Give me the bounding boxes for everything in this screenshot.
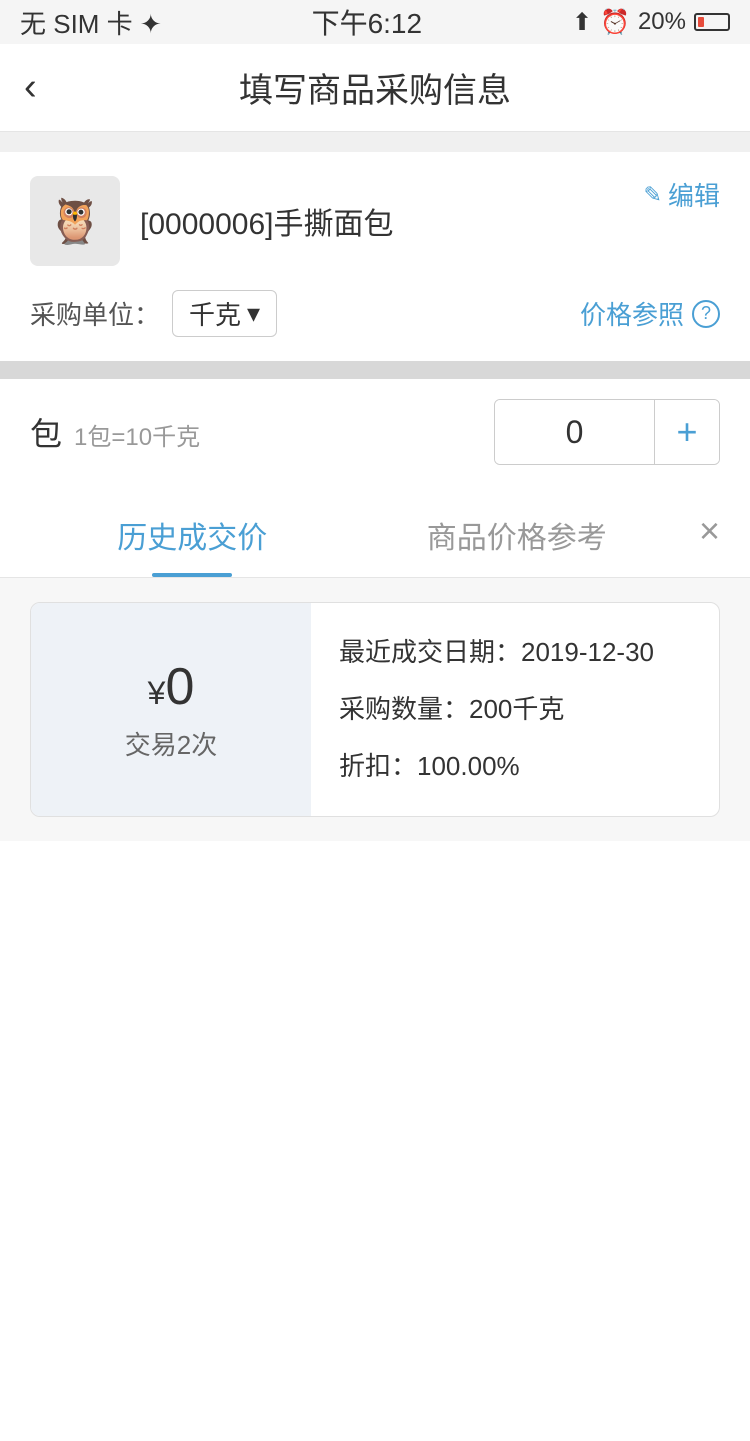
panel-close-button[interactable]: × xyxy=(679,490,720,572)
quantity-input[interactable] xyxy=(495,400,655,464)
product-footer: 采购单位： 千克 ▾ 价格参照 ? xyxy=(30,290,720,337)
discount-row: 折扣：100.00% xyxy=(339,747,691,786)
quantity-hint: 1包=10千克 xyxy=(74,417,200,452)
product-logo-icon: 🦉 xyxy=(48,195,103,247)
edit-label: 编辑 xyxy=(668,176,720,213)
status-left: 无 SIM 卡 ✦ xyxy=(20,4,162,41)
sim-text: 无 SIM 卡 ✦ xyxy=(20,4,162,41)
unit-row: 采购单位： 千克 ▾ xyxy=(30,290,277,337)
unit-value: 千克 xyxy=(189,295,241,332)
history-price-summary: ¥0 交易2次 xyxy=(31,603,311,816)
purchase-quantity-value: 200千克 xyxy=(469,694,564,724)
discount-label: 折扣： xyxy=(339,751,417,781)
battery-icon xyxy=(694,13,730,31)
quantity-label: 包 1包=10千克 xyxy=(30,409,200,455)
quantity-plus-button[interactable]: + xyxy=(655,400,719,464)
history-details: 最近成交日期：2019-12-30 采购数量：200千克 折扣：100.00% xyxy=(311,603,719,816)
dropdown-chevron-icon: ▾ xyxy=(247,298,260,329)
recent-date-row: 最近成交日期：2019-12-30 xyxy=(339,633,691,672)
product-header: 🦉 [0000006]手撕面包 ✎ 编辑 xyxy=(30,176,720,266)
history-trades-count: 交易2次 xyxy=(125,725,217,762)
unit-label: 采购单位： xyxy=(30,295,160,332)
discount-value: 100.00% xyxy=(417,751,520,781)
status-bar: 无 SIM 卡 ✦ 下午6:12 ⬆ ⏰ 20% xyxy=(0,0,750,44)
back-button[interactable]: ‹ xyxy=(24,66,37,109)
tab-product-price-ref[interactable]: 商品价格参考 xyxy=(354,485,678,577)
product-name: [0000006]手撕面包 xyxy=(140,199,393,243)
recent-date-label: 最近成交日期： xyxy=(339,637,521,667)
battery-percent: 20% xyxy=(638,8,686,36)
purchase-quantity-row: 采购数量：200千克 xyxy=(339,690,691,729)
price-ref-label: 价格参照 xyxy=(580,295,684,332)
quantity-control: + xyxy=(494,399,720,465)
nav-bar: ‹ 填写商品采购信息 xyxy=(0,44,750,132)
section-divider xyxy=(0,361,750,379)
price-panel: 历史成交价 商品价格参考 × ¥0 交易2次 最近成交日期：2019-12-30… xyxy=(0,485,750,841)
history-price-value: ¥0 xyxy=(148,657,195,717)
unit-select-dropdown[interactable]: 千克 ▾ xyxy=(172,290,277,337)
location-icon: ⬆ xyxy=(572,8,592,37)
history-card: ¥0 交易2次 最近成交日期：2019-12-30 采购数量：200千克 折扣：… xyxy=(30,602,720,817)
product-thumbnail: 🦉 xyxy=(30,176,120,266)
product-card: 🦉 [0000006]手撕面包 ✎ 编辑 采购单位： 千克 ▾ 价格参照 ? xyxy=(0,152,750,361)
purchase-quantity-label: 采购数量： xyxy=(339,694,469,724)
price-reference-button[interactable]: 价格参照 ? xyxy=(580,295,720,332)
alarm-icon: ⏰ xyxy=(600,8,630,37)
panel-tabs: 历史成交价 商品价格参考 × xyxy=(0,485,750,578)
help-icon: ? xyxy=(692,300,720,328)
quantity-unit: 包 xyxy=(30,409,62,455)
edit-button[interactable]: ✎ 编辑 xyxy=(644,176,720,213)
product-left: 🦉 [0000006]手撕面包 xyxy=(30,176,393,266)
history-content: ¥0 交易2次 最近成交日期：2019-12-30 采购数量：200千克 折扣：… xyxy=(0,578,750,841)
price-currency-symbol: ¥ xyxy=(148,675,166,711)
status-right: ⬆ ⏰ 20% xyxy=(572,8,730,37)
quantity-row: 包 1包=10千克 + xyxy=(0,379,750,485)
status-time: 下午6:12 xyxy=(312,2,423,42)
page-title: 填写商品采购信息 xyxy=(239,63,511,112)
page-body xyxy=(0,841,750,1441)
edit-icon: ✎ xyxy=(644,182,662,208)
tab-history-price[interactable]: 历史成交价 xyxy=(30,485,354,577)
recent-date-value: 2019-12-30 xyxy=(521,637,654,667)
